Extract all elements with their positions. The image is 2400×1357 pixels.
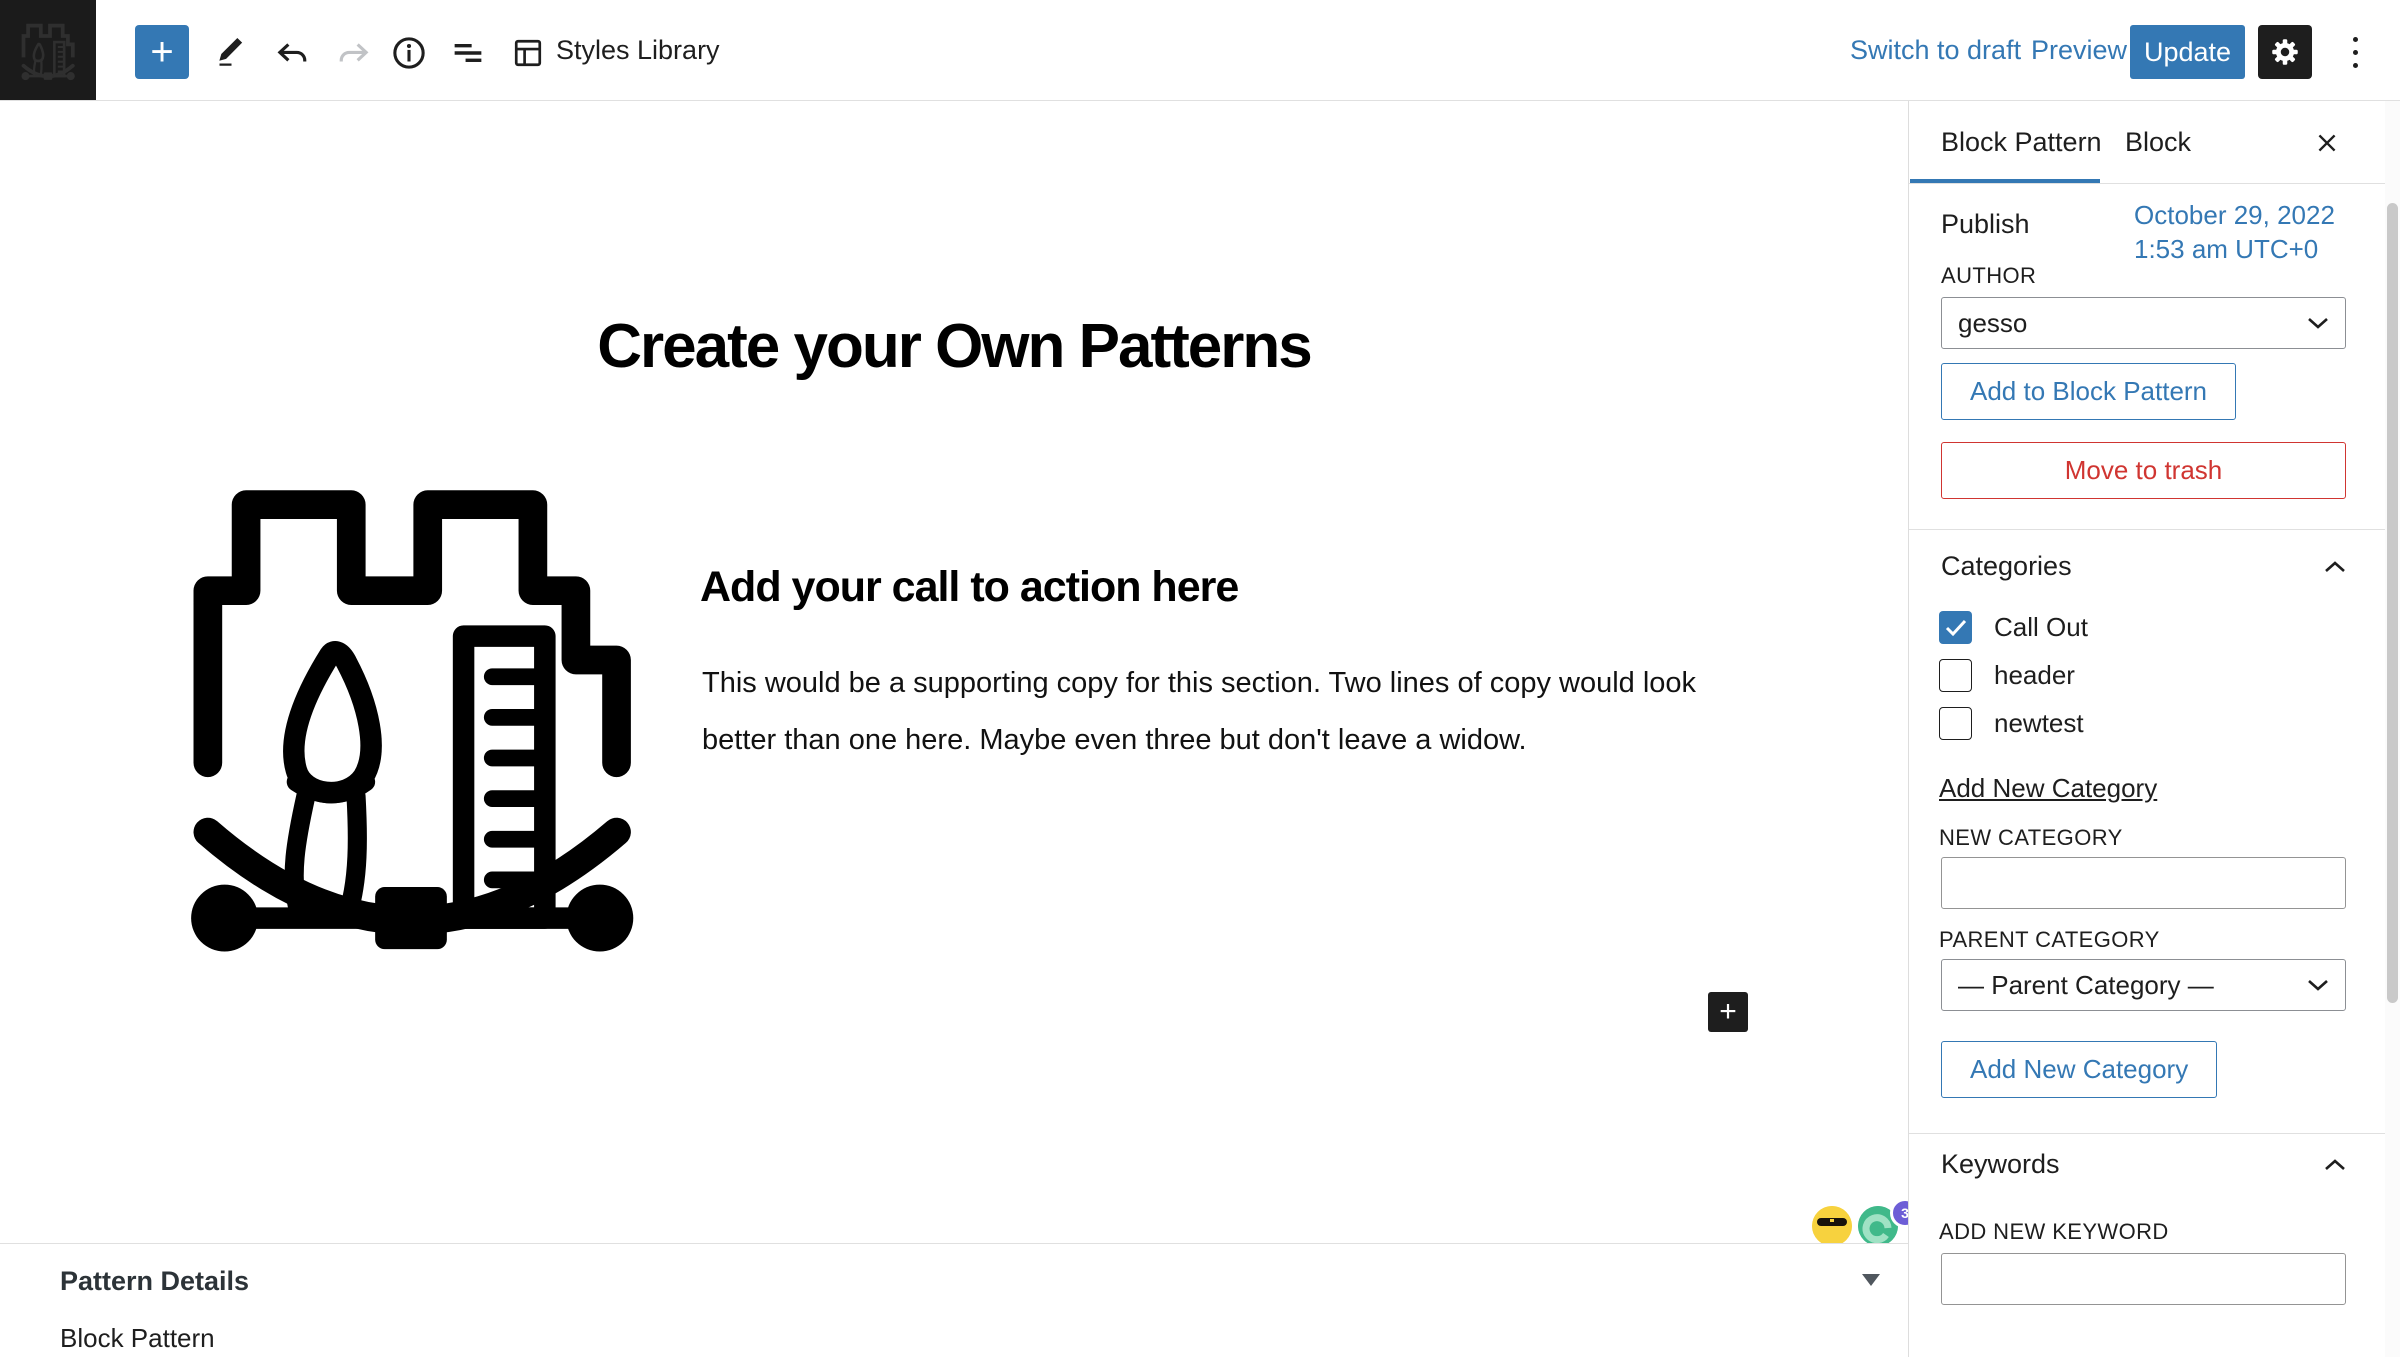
- category-label: Call Out: [1994, 612, 2088, 642]
- chevron-down-icon: [2308, 980, 2328, 991]
- preview-link[interactable]: Preview: [2031, 0, 2127, 100]
- list-view-button[interactable]: [449, 34, 487, 72]
- check-icon: [1945, 619, 1966, 636]
- switch-to-draft-link[interactable]: Switch to draft: [1850, 0, 2021, 100]
- active-tab-underline: [1910, 179, 2100, 183]
- cta-paragraph[interactable]: This would be a supporting copy for this…: [702, 655, 1707, 769]
- add-new-keyword-label: ADD NEW KEYWORD: [1939, 1219, 2169, 1244]
- add-to-block-pattern-button[interactable]: Add to Block Pattern: [1941, 363, 2237, 420]
- undo-button[interactable]: [273, 34, 311, 72]
- tab-block-pattern[interactable]: Block Pattern: [1941, 101, 2102, 183]
- sidebar-divider: [1909, 1133, 2386, 1134]
- gesso-brush-ruler-icon: [191, 490, 634, 952]
- settings-sidebar: Block Pattern Block Publish October 29, …: [1908, 101, 2386, 1357]
- tab-block[interactable]: Block: [2125, 101, 2191, 183]
- update-button[interactable]: Update: [2130, 25, 2245, 79]
- category-row-call-out[interactable]: Call Out: [1939, 611, 2088, 644]
- parent-category-value: — Parent Category —: [1958, 969, 2214, 1000]
- move-to-trash-button[interactable]: Move to trash: [1941, 442, 2346, 499]
- publish-date-link[interactable]: October 29, 2022 1:53 am UTC+0: [2134, 198, 2346, 266]
- block-breadcrumb-bar: Block Pattern: [0, 1319, 1908, 1357]
- category-label: newtest: [1994, 708, 2084, 738]
- pattern-details-title: Pattern Details: [60, 1266, 250, 1296]
- styles-library-layout-button[interactable]: [509, 34, 547, 72]
- gear-icon: [2272, 39, 2298, 65]
- site-logo[interactable]: [0, 0, 96, 100]
- pencil-icon: [219, 38, 243, 66]
- close-icon: [2318, 134, 2336, 152]
- checkbox-checked[interactable]: [1939, 611, 1972, 644]
- sunglasses-emoji-icon: [1812, 1206, 1852, 1243]
- gesso-hero-graphic[interactable]: [172, 449, 650, 957]
- undo-arrow-icon: [277, 43, 307, 62]
- publish-date-line1: October 29, 2022: [2134, 200, 2335, 230]
- add-new-category-link[interactable]: Add New Category: [1939, 773, 2157, 804]
- publish-label: Publish: [1941, 209, 2030, 239]
- redo-button: [335, 34, 373, 72]
- category-label: header: [1994, 660, 2075, 690]
- new-category-label: NEW CATEGORY: [1939, 825, 2123, 850]
- keywords-panel-header[interactable]: Keywords: [1941, 1149, 2346, 1180]
- block-pattern-editor: + Styles Library Switch to draft Preview…: [0, 0, 2400, 1357]
- checkbox-unchecked[interactable]: [1939, 707, 1972, 740]
- toolbar-block-inserter-button[interactable]: +: [135, 25, 189, 79]
- parent-category-select[interactable]: — Parent Category —: [1941, 959, 2346, 1011]
- settings-toggle-button[interactable]: [2258, 25, 2312, 79]
- author-label: AUTHOR: [1941, 263, 2037, 288]
- presence-avatar-stack: 3: [1790, 1198, 1908, 1243]
- breadcrumb[interactable]: Block Pattern: [60, 1323, 215, 1354]
- scrollbar-thumb[interactable]: [2387, 203, 2398, 1003]
- gesso-logo-icon: [21, 23, 75, 81]
- canvas-block-inserter-button[interactable]: +: [1708, 992, 1748, 1032]
- chevron-up-icon: [2325, 1158, 2345, 1170]
- pattern-heading[interactable]: Create your Own Patterns: [0, 311, 1908, 382]
- list-view-icon: [454, 44, 482, 62]
- keywords-title: Keywords: [1941, 1149, 2060, 1179]
- layout-grid-icon: [514, 39, 542, 67]
- sidebar-divider: [1909, 529, 2386, 530]
- categories-title: Categories: [1941, 551, 2072, 581]
- edit-mode-pencil-button[interactable]: [211, 34, 249, 72]
- category-row-newtest[interactable]: newtest: [1939, 707, 2084, 740]
- chevron-up-icon: [2325, 560, 2345, 572]
- add-new-keyword-input[interactable]: [1941, 1253, 2346, 1305]
- cta-heading[interactable]: Add your call to action here: [700, 563, 1710, 612]
- pattern-details-bar[interactable]: Pattern Details: [0, 1243, 1908, 1320]
- chevron-down-icon: [2308, 318, 2328, 329]
- parent-category-label: PARENT CATEGORY: [1939, 927, 2160, 952]
- new-category-input[interactable]: [1941, 857, 2346, 909]
- editor-canvas: Create your Own Patterns Add your call t…: [0, 101, 1908, 1243]
- publish-date-line2: 1:53 am UTC+0: [2134, 234, 2319, 264]
- editor-top-bar: + Styles Library Switch to draft Preview…: [0, 0, 2400, 101]
- info-icon: [393, 37, 425, 69]
- options-kebab-menu-button[interactable]: [2340, 25, 2370, 79]
- checkbox-unchecked[interactable]: [1939, 659, 1972, 692]
- collapse-triangle-icon[interactable]: [1862, 1274, 1880, 1288]
- add-new-category-button[interactable]: Add New Category: [1941, 1041, 2218, 1098]
- avatar-sunglasses-emoji[interactable]: [1812, 1206, 1852, 1243]
- document-title: Styles Library: [556, 34, 720, 65]
- close-sidebar-button[interactable]: [2307, 123, 2347, 163]
- author-select[interactable]: gesso: [1941, 297, 2346, 349]
- details-info-button[interactable]: [390, 34, 428, 72]
- author-select-value: gesso: [1958, 307, 2028, 338]
- categories-panel-header[interactable]: Categories: [1941, 551, 2346, 582]
- category-row-header[interactable]: header: [1939, 659, 2075, 692]
- sidebar-tab-bar: Block Pattern Block: [1909, 101, 2386, 184]
- redo-arrow-icon: [339, 43, 369, 62]
